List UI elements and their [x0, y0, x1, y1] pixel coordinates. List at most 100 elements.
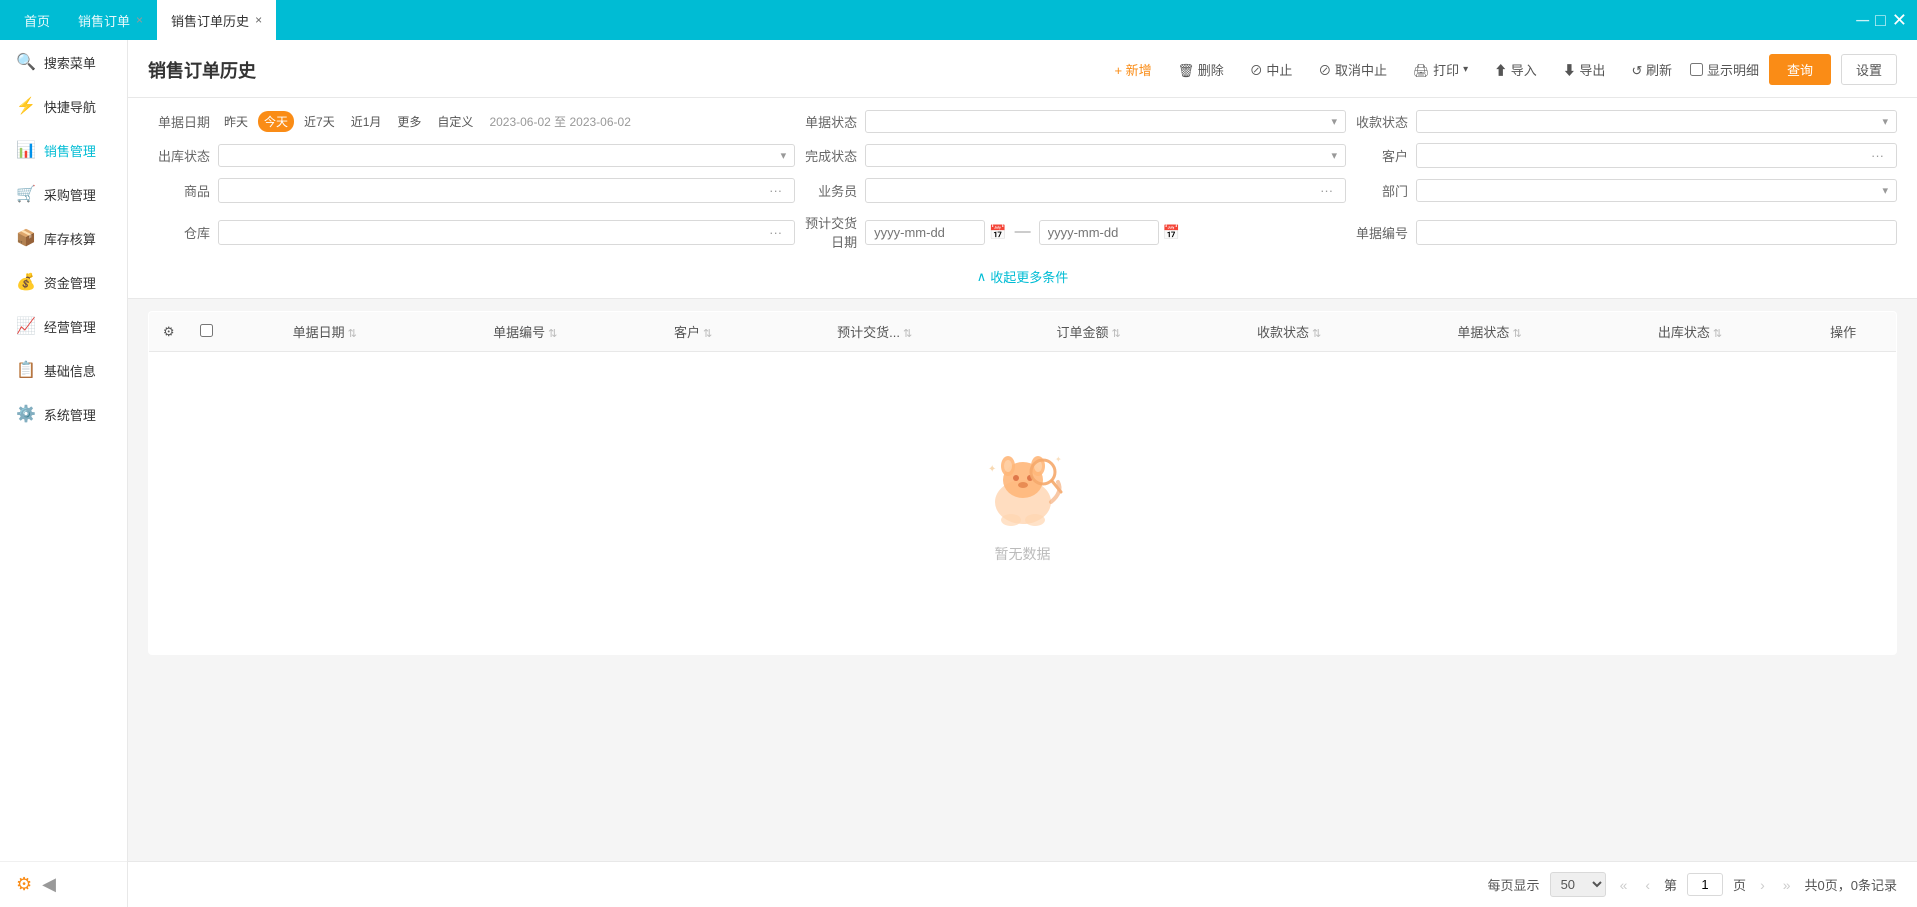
sidebar-item-operations[interactable]: 📈 经营管理 — [0, 304, 127, 348]
collapse-more-btn[interactable]: ∧ 收起更多条件 — [148, 261, 1897, 286]
sidebar-collapse-icon[interactable]: ◀ — [42, 874, 56, 895]
cancel-stop-button[interactable]: ⊘ 取消中止 — [1310, 56, 1395, 83]
payment-status-select[interactable]: ▾ — [1416, 110, 1897, 133]
goods-dots[interactable]: ··· — [765, 183, 786, 198]
sidebar-item-quick-nav[interactable]: ⚡ 快捷导航 — [0, 84, 127, 128]
sidebar-settings-icon[interactable]: ⚙ — [16, 874, 32, 895]
delivery-date-to[interactable] — [1039, 220, 1159, 245]
out-status-arrow: ▾ — [781, 149, 787, 162]
close-icon[interactable]: ✕ — [1892, 10, 1907, 31]
sales-mgmt-icon: 📊 — [16, 140, 36, 160]
sidebar-item-sys-mgmt[interactable]: ⚙️ 系统管理 — [0, 392, 127, 436]
date-btn-custom[interactable]: 自定义 — [431, 111, 479, 132]
stop-button[interactable]: ⊘ 中止 — [1242, 56, 1301, 83]
import-button-label: ⬆ 导入 — [1494, 60, 1537, 79]
display-detail-checkbox[interactable]: 显示明细 — [1690, 60, 1759, 79]
maximize-icon[interactable]: □ — [1875, 10, 1886, 31]
svg-text:✦: ✦ — [988, 464, 996, 475]
order-no-input[interactable] — [1416, 220, 1897, 245]
per-page-select[interactable]: 50 10 20 100 — [1550, 872, 1606, 897]
salesperson-input[interactable]: ··· — [865, 178, 1346, 203]
select-all-checkbox[interactable] — [200, 324, 213, 337]
prev-page-button[interactable]: ‹ — [1641, 877, 1654, 893]
warehouse-input[interactable]: ··· — [218, 220, 795, 245]
out-status-select[interactable]: ▾ — [218, 144, 795, 167]
basic-info-icon: 📋 — [16, 360, 36, 380]
sidebar-item-purchase-mgmt-label: 采购管理 — [44, 185, 96, 204]
date-btn-7days[interactable]: 近7天 — [298, 111, 341, 132]
export-button[interactable]: ⬇ 导出 — [1555, 56, 1614, 83]
table-footer: 每页显示 50 10 20 100 « ‹ 第 页 › » 共0页，0条记录 — [128, 861, 1917, 907]
sort-out-icon[interactable]: ⇅ — [1713, 328, 1722, 340]
print-button[interactable]: 🖨 打印 ▾ — [1405, 56, 1476, 83]
sidebar-item-finance[interactable]: 💰 资金管理 — [0, 260, 127, 304]
empty-state: ✦ ✦ 暂无数据 — [157, 362, 1888, 644]
last-page-button[interactable]: » — [1779, 877, 1795, 893]
col-action: 操作 — [1790, 312, 1896, 352]
order-status-select[interactable]: ▾ — [865, 110, 1346, 133]
sidebar-item-inventory[interactable]: 📦 库存核算 — [0, 216, 127, 260]
cal-from-icon[interactable]: 📅 — [989, 224, 1006, 241]
out-status-label: 出库状态 — [148, 146, 218, 165]
sidebar-item-quick-nav-label: 快捷导航 — [44, 97, 96, 116]
settings-icon[interactable]: ⚙ — [163, 324, 175, 339]
sidebar-item-finance-label: 资金管理 — [44, 273, 96, 292]
minimize-icon[interactable]: ─ — [1856, 10, 1869, 31]
sort-customer-icon[interactable]: ⇅ — [703, 328, 712, 340]
sort-payment-icon[interactable]: ⇅ — [1312, 328, 1321, 340]
first-page-button[interactable]: « — [1616, 877, 1632, 893]
warehouse-control: ··· — [218, 220, 795, 245]
delivery-date-from[interactable] — [865, 220, 985, 245]
operations-icon: 📈 — [16, 316, 36, 336]
tab-sales-order-history-close[interactable]: × — [255, 13, 262, 27]
setting-button[interactable]: 设置 — [1841, 54, 1897, 85]
customer-control: ··· — [1416, 143, 1897, 168]
salesperson-dots[interactable]: ··· — [1316, 183, 1337, 198]
query-button[interactable]: 查询 — [1769, 54, 1831, 85]
refresh-button[interactable]: ↺ 刷新 — [1623, 56, 1680, 83]
col-delivery: 预计交货...⇅ — [761, 312, 989, 352]
sidebar-bottom: ⚙ ◀ — [0, 861, 127, 907]
sidebar-item-sales-mgmt[interactable]: 📊 销售管理 — [0, 128, 127, 172]
sort-delivery-icon[interactable]: ⇅ — [903, 328, 912, 340]
date-btn-1month[interactable]: 近1月 — [345, 111, 388, 132]
warehouse-label: 仓库 — [148, 223, 218, 242]
customer-dots[interactable]: ··· — [1867, 148, 1888, 163]
data-table: ⚙ 单据日期⇅ 单据编号⇅ 客户⇅ — [148, 311, 1897, 655]
page-number-input[interactable] — [1687, 873, 1723, 896]
sort-order-status-icon[interactable]: ⇅ — [1512, 328, 1521, 340]
import-button[interactable]: ⬆ 导入 — [1486, 56, 1545, 83]
toolbar: + 新增 🗑 删除 ⊘ 中止 ⊘ 取消中止 🖨 打印 — [1106, 54, 1897, 85]
date-btn-today[interactable]: 今天 — [258, 111, 294, 132]
sidebar-item-purchase-mgmt[interactable]: 🛒 采购管理 — [0, 172, 127, 216]
sort-no-icon[interactable]: ⇅ — [548, 328, 557, 340]
tab-sales-order-history[interactable]: 销售订单历史 × — [157, 0, 276, 40]
out-status-control: ▾ — [218, 144, 795, 167]
cal-to-icon[interactable]: 📅 — [1163, 224, 1180, 241]
delivery-date-label: 预计交货日期 — [795, 213, 865, 251]
goods-input[interactable]: ··· — [218, 178, 795, 203]
display-detail-input[interactable] — [1690, 63, 1703, 76]
empty-text: 暂无数据 — [995, 544, 1051, 564]
sort-amount-icon[interactable]: ⇅ — [1112, 328, 1121, 340]
complete-status-select[interactable]: ▾ — [865, 144, 1346, 167]
tab-sales-order-close[interactable]: × — [136, 13, 143, 27]
next-page-button[interactable]: › — [1756, 877, 1769, 893]
date-btn-more[interactable]: 更多 — [391, 111, 427, 132]
sidebar-item-search-menu[interactable]: 🔍 搜索菜单 — [0, 40, 127, 84]
add-button[interactable]: + 新增 — [1106, 56, 1159, 83]
sort-date-icon[interactable]: ⇅ — [348, 328, 357, 340]
delete-button[interactable]: 🗑 删除 — [1170, 56, 1232, 83]
department-select[interactable]: ▾ — [1416, 179, 1897, 202]
sidebar-item-basic-info[interactable]: 📋 基础信息 — [0, 348, 127, 392]
tab-home[interactable]: 首页 — [10, 0, 64, 40]
customer-input[interactable]: ··· — [1416, 143, 1897, 168]
date-dash: — — [1011, 223, 1035, 241]
page-label-text: 第 — [1664, 875, 1677, 894]
tab-sales-order[interactable]: 销售订单 × — [64, 0, 157, 40]
date-btn-yesterday[interactable]: 昨天 — [218, 111, 254, 132]
date-quick-btns: 昨天 今天 近7天 近1月 更多 自定义 — [218, 111, 479, 132]
date-label: 单据日期 — [148, 112, 218, 131]
top-bar: 首页 销售订单 × 销售订单历史 × ─ □ ✕ — [0, 0, 1917, 40]
warehouse-dots[interactable]: ··· — [765, 225, 786, 240]
